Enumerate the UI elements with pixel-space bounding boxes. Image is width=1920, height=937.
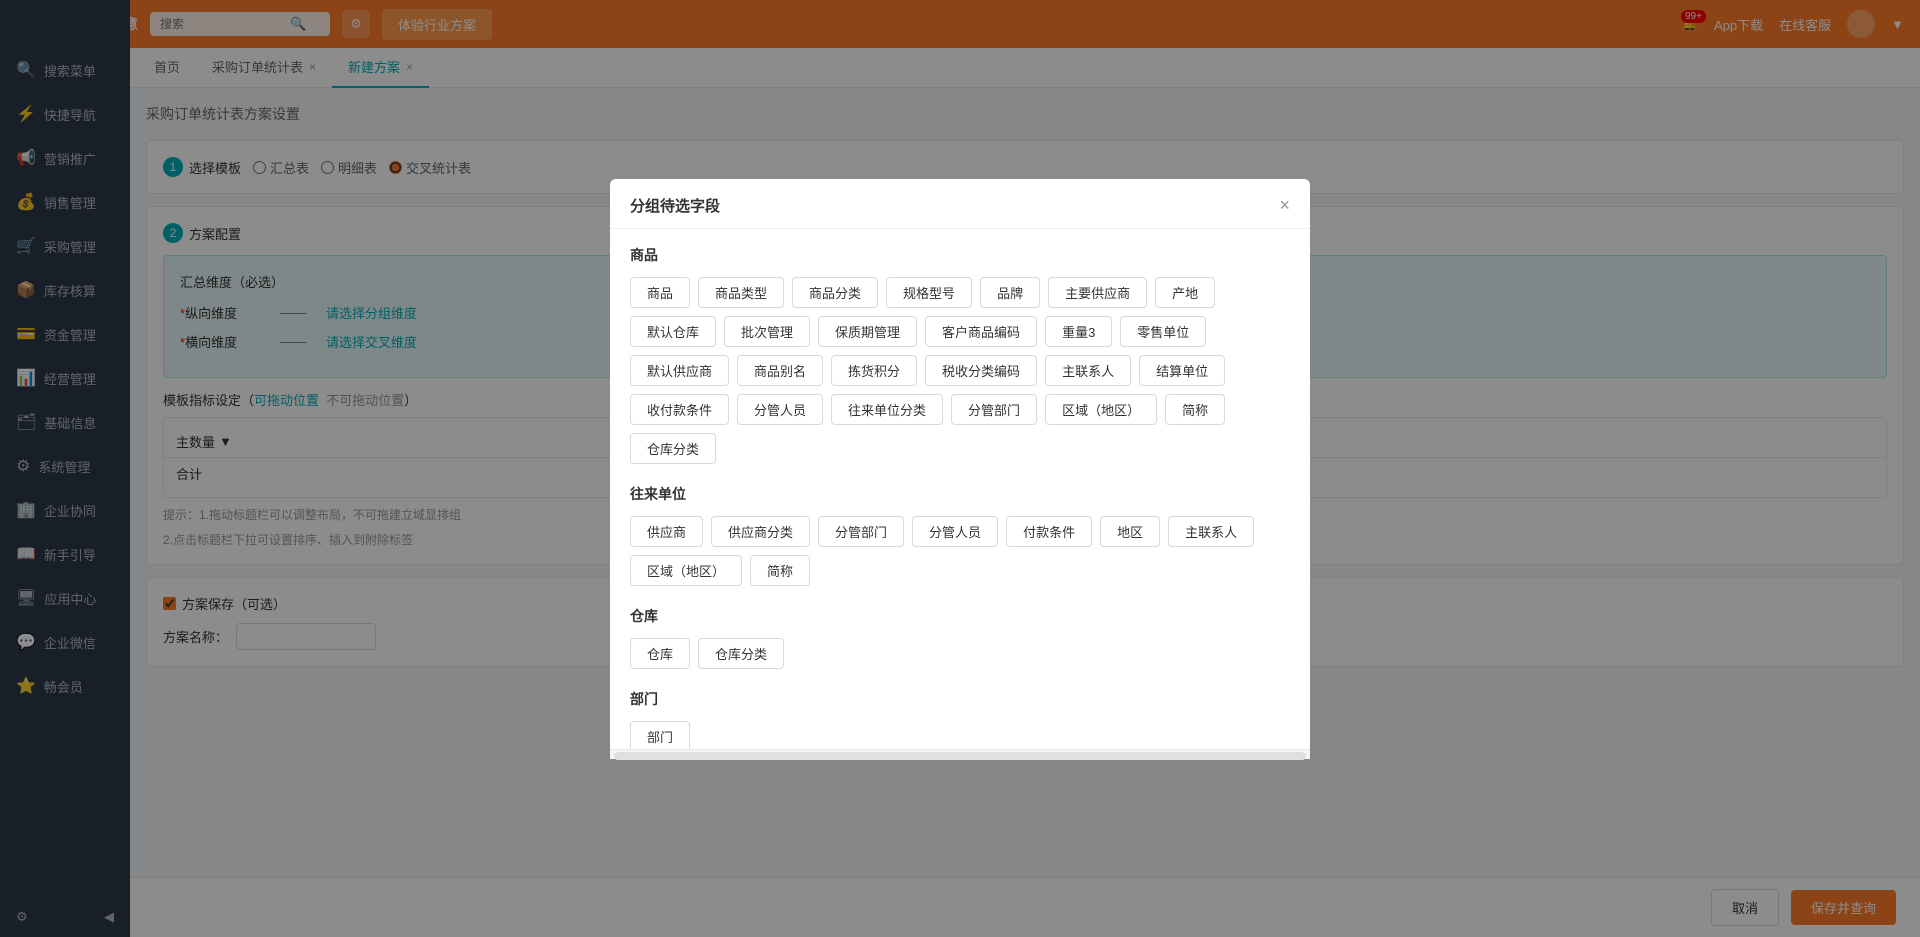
field-section-partner: 往来单位 供应商 供应商分类 分管部门 分管人员 付款条件 地区 主联系人 区域… [630,484,1290,586]
field-section-goods: 商品 商品 商品类型 商品分类 规格型号 品牌 主要供应商 产地 默认仓库 批次… [630,245,1290,464]
field-tag[interactable]: 主要供应商 [1048,277,1147,308]
field-tag[interactable]: 仓库分类 [630,433,716,464]
modal-title: 分组待选字段 [630,195,720,216]
field-tag[interactable]: 部门 [630,721,690,749]
modal-header: 分组待选字段 × [610,179,1310,229]
field-tag[interactable]: 主联系人 [1168,516,1254,547]
field-grid-partner: 供应商 供应商分类 分管部门 分管人员 付款条件 地区 主联系人 区域（地区） … [630,516,1290,586]
field-tag[interactable]: 默认仓库 [630,316,716,347]
field-tag[interactable]: 规格型号 [886,277,972,308]
field-tag[interactable]: 往来单位分类 [831,394,943,425]
field-section-warehouse: 仓库 仓库 仓库分类 [630,606,1290,669]
modal-overlay: 分组待选字段 × 商品 商品 商品类型 商品分类 规格型号 品牌 主要供应商 产… [0,0,1920,937]
field-tag[interactable]: 分管部门 [951,394,1037,425]
field-tag[interactable]: 品牌 [980,277,1040,308]
field-grid-warehouse: 仓库 仓库分类 [630,638,1290,669]
field-grid-goods: 商品 商品类型 商品分类 规格型号 品牌 主要供应商 产地 默认仓库 批次管理 … [630,277,1290,464]
field-tag[interactable]: 结算单位 [1139,355,1225,386]
field-tag[interactable]: 区域（地区） [1045,394,1157,425]
field-tag[interactable]: 重量3 [1045,316,1112,347]
field-tag[interactable]: 商品分类 [792,277,878,308]
field-section-dept-title: 部门 [630,689,1290,709]
field-tag[interactable]: 主联系人 [1045,355,1131,386]
field-tag[interactable]: 商品别名 [737,355,823,386]
field-tag[interactable]: 收付款条件 [630,394,729,425]
field-tag[interactable]: 仓库分类 [698,638,784,669]
field-tag[interactable]: 产地 [1155,277,1215,308]
field-tag[interactable]: 简称 [750,555,810,586]
field-tag[interactable]: 地区 [1100,516,1160,547]
field-tag[interactable]: 区域（地区） [630,555,742,586]
field-tag[interactable]: 零售单位 [1120,316,1206,347]
field-grid-dept: 部门 [630,721,1290,749]
field-tag[interactable]: 默认供应商 [630,355,729,386]
modal-scrollbar-bottom[interactable] [610,749,1310,759]
field-tag[interactable]: 商品类型 [698,277,784,308]
field-tag[interactable]: 商品 [630,277,690,308]
field-tag[interactable]: 供应商分类 [711,516,810,547]
modal-close-button[interactable]: × [1279,195,1290,216]
modal-body: 商品 商品 商品类型 商品分类 规格型号 品牌 主要供应商 产地 默认仓库 批次… [610,229,1310,749]
field-tag[interactable]: 仓库 [630,638,690,669]
field-tag[interactable]: 分管人员 [912,516,998,547]
field-selection-modal: 分组待选字段 × 商品 商品 商品类型 商品分类 规格型号 品牌 主要供应商 产… [610,179,1310,759]
field-tag[interactable]: 供应商 [630,516,703,547]
field-section-partner-title: 往来单位 [630,484,1290,504]
field-tag[interactable]: 付款条件 [1006,516,1092,547]
field-tag[interactable]: 保质期管理 [818,316,917,347]
field-section-warehouse-title: 仓库 [630,606,1290,626]
field-tag[interactable]: 批次管理 [724,316,810,347]
field-tag[interactable]: 分管部门 [818,516,904,547]
field-tag[interactable]: 分管人员 [737,394,823,425]
field-section-dept: 部门 部门 [630,689,1290,749]
field-section-goods-title: 商品 [630,245,1290,265]
field-tag[interactable]: 客户商品编码 [925,316,1037,347]
field-tag[interactable]: 税收分类编码 [925,355,1037,386]
field-tag[interactable]: 简称 [1165,394,1225,425]
field-tag[interactable]: 拣货积分 [831,355,917,386]
